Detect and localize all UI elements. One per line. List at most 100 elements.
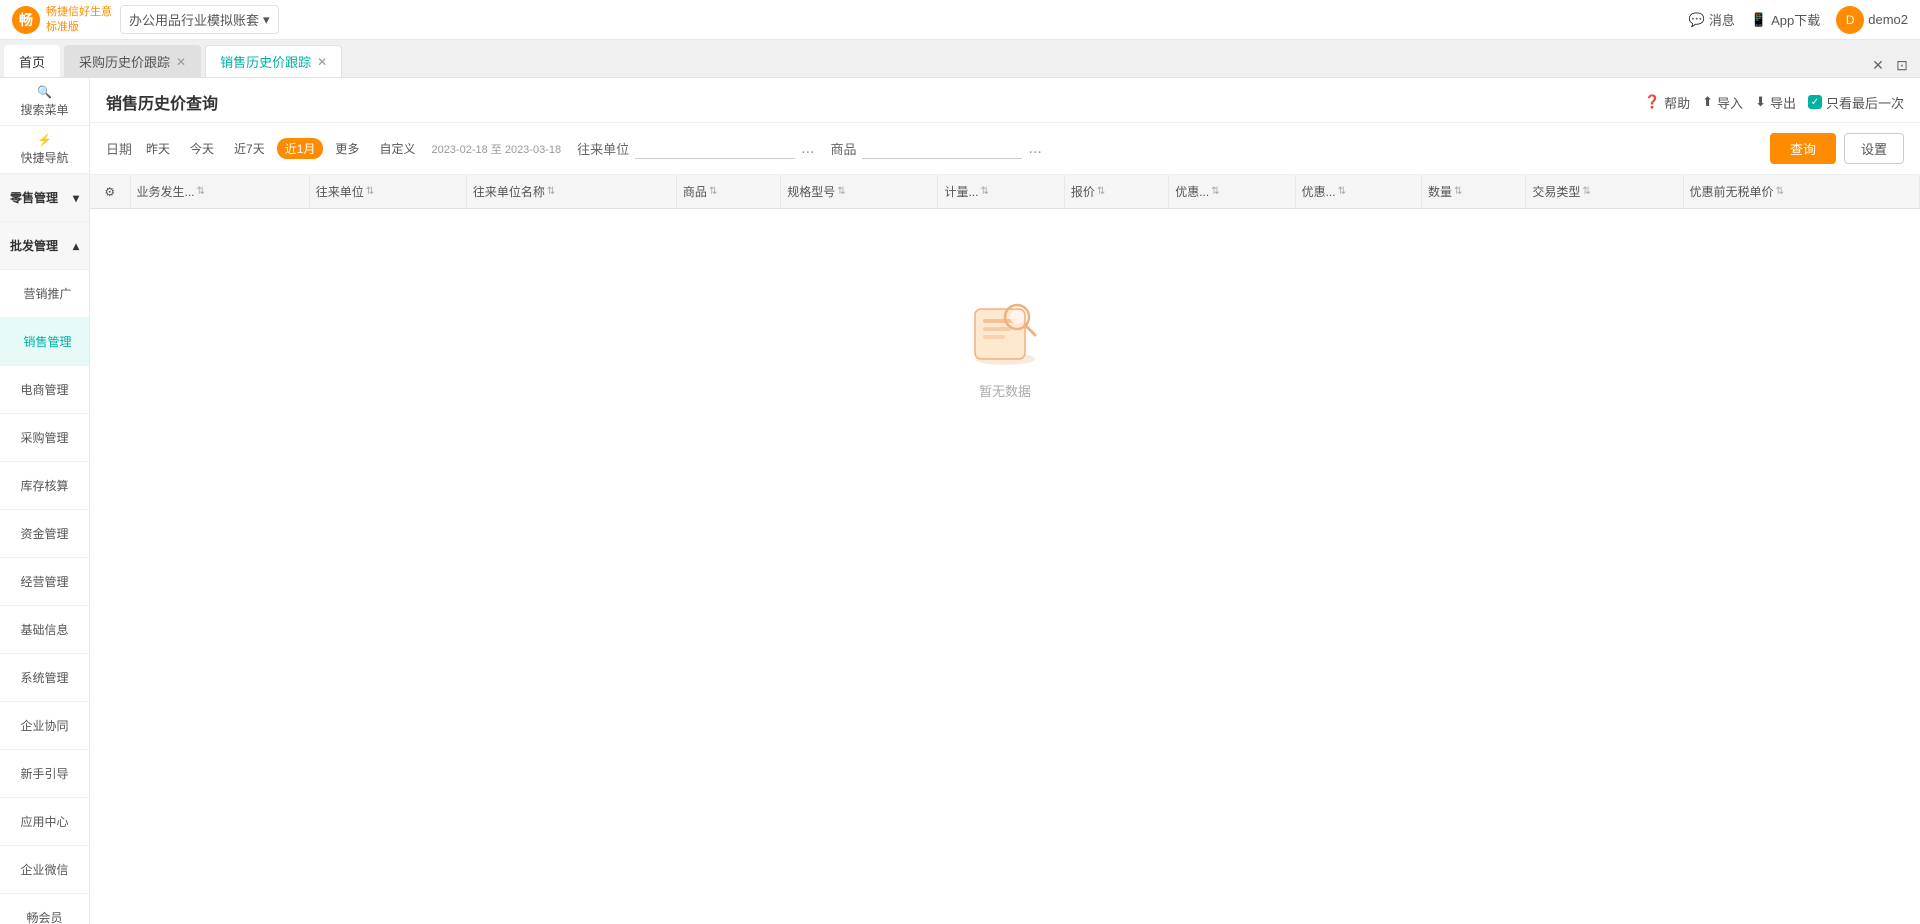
import-button[interactable]: ⬆ 导入 xyxy=(1702,93,1743,112)
chip-today[interactable]: 今天 xyxy=(182,138,222,159)
sidebar-item-ecommerce[interactable]: 电商管理 xyxy=(0,366,89,414)
only-latest-checkbox[interactable]: ✓ 只看最后一次 xyxy=(1808,93,1904,112)
search-menu-icon: 🔍 xyxy=(37,85,52,99)
chip-yesterday[interactable]: 昨天 xyxy=(138,138,178,159)
logo-area: 畅 畅捷信好生意 标准版 xyxy=(12,5,112,34)
sort-icon: ⇅ xyxy=(1097,186,1105,197)
close-purchase-tab-icon[interactable]: ✕ xyxy=(176,56,186,68)
page-header: 销售历史价查询 ❓ 帮助 ⬆ 导入 ⬇ 导出 ✓ 只看最后一次 xyxy=(90,78,1920,123)
main-layout: 🔍 搜索菜单 ⚡ 快捷导航 零售管理 ▾ 批发管理 ▴ 营销推广 销售管理 电商… xyxy=(0,78,1920,924)
sort-icon: ⇅ xyxy=(980,186,988,197)
close-sales-tab-icon[interactable]: ✕ xyxy=(317,56,327,68)
th-partner-code[interactable]: 往来单位 ⇅ xyxy=(309,175,466,209)
table-area: ⚙ 业务发生... ⇅ 往来单位 ⇅ xyxy=(90,175,1920,924)
th-partner-name[interactable]: 往来单位名称 ⇅ xyxy=(466,175,676,209)
help-button[interactable]: ❓ 帮助 xyxy=(1644,93,1690,112)
top-bar: 畅 畅捷信好生意 标准版 办公用品行业模拟账套 ▾ 💬 消息 📱 App下载 D… xyxy=(0,0,1920,40)
app-download-button[interactable]: 📱 App下载 xyxy=(1751,10,1820,29)
sort-icon: ⇅ xyxy=(1454,186,1462,197)
sidebar-item-inventory[interactable]: 库存核算 xyxy=(0,462,89,510)
filter-actions: 查询 设置 xyxy=(1770,133,1904,164)
empty-state: 暂无数据 xyxy=(90,209,1920,480)
tab-sales-label: 销售历史价跟踪 xyxy=(220,52,311,71)
sidebar-item-quick-nav[interactable]: ⚡ 快捷导航 xyxy=(0,126,89,174)
sidebar-item-wholesale[interactable]: 批发管理 ▴ xyxy=(0,222,89,270)
message-icon: 💬 xyxy=(1689,12,1705,28)
tab-sales-history[interactable]: 销售历史价跟踪 ✕ xyxy=(205,45,342,77)
table-header-row: ⚙ 业务发生... ⇅ 往来单位 ⇅ xyxy=(90,175,1920,209)
logo-text: 畅捷信好生意 标准版 xyxy=(46,5,112,34)
product-filter-group: 商品 ... xyxy=(830,139,1041,159)
sort-icon: ⇅ xyxy=(1582,186,1590,197)
avatar: D xyxy=(1836,6,1864,34)
chevron-down-icon: ▾ xyxy=(263,12,270,28)
tab-bar: 首页 采购历史价跟踪 ✕ 销售历史价跟踪 ✕ ✕ ⊡ xyxy=(0,40,1920,78)
top-bar-left: 畅 畅捷信好生意 标准版 办公用品行业模拟账套 ▾ xyxy=(12,5,279,34)
sidebar-item-sales-mgmt[interactable]: 销售管理 xyxy=(0,318,89,366)
sidebar-item-app-center[interactable]: 应用中心 xyxy=(0,798,89,846)
window-controls: ✕ ⊡ xyxy=(1868,55,1920,77)
partner-label: 往来单位 xyxy=(577,139,629,158)
quick-nav-icon: ⚡ xyxy=(37,133,52,147)
sort-icon: ⇅ xyxy=(837,186,845,197)
sidebar-item-marketing[interactable]: 营销推广 xyxy=(0,270,89,318)
sidebar-item-purchase[interactable]: 采购管理 xyxy=(0,414,89,462)
partner-input[interactable] xyxy=(635,139,795,159)
content-area: 销售历史价查询 ❓ 帮助 ⬆ 导入 ⬇ 导出 ✓ 只看最后一次 xyxy=(90,78,1920,924)
chip-1month[interactable]: 近1月 xyxy=(277,138,324,159)
account-selector[interactable]: 办公用品行业模拟账套 ▾ xyxy=(120,5,279,34)
th-pretax-price[interactable]: 优惠前无税单价 ⇅ xyxy=(1683,175,1920,209)
sort-icon: ⇅ xyxy=(1776,186,1784,197)
empty-text: 暂无数据 xyxy=(979,381,1031,400)
chip-more[interactable]: 更多 xyxy=(327,138,367,159)
sidebar-item-retail[interactable]: 零售管理 ▾ xyxy=(0,174,89,222)
filter-bar: 日期 昨天 今天 近7天 近1月 更多 自定义 2023-02-18 至 202… xyxy=(90,123,1920,175)
logo-icon: 畅 xyxy=(12,6,40,34)
sidebar-item-guide[interactable]: 新手引导 xyxy=(0,750,89,798)
tab-purchase-history[interactable]: 采购历史价跟踪 ✕ xyxy=(64,45,201,77)
sidebar-item-member[interactable]: 畅会员 xyxy=(0,894,89,924)
th-discount2[interactable]: 优惠... ⇅ xyxy=(1295,175,1421,209)
chevron-down-icon: ▾ xyxy=(73,191,79,205)
user-menu[interactable]: D demo2 xyxy=(1836,6,1908,34)
sidebar-item-system[interactable]: 系统管理 xyxy=(0,654,89,702)
query-button[interactable]: 查询 xyxy=(1770,133,1836,164)
sidebar-item-wechat[interactable]: 企业微信 xyxy=(0,846,89,894)
th-quoted-price[interactable]: 报价 ⇅ xyxy=(1064,175,1168,209)
th-product[interactable]: 商品 ⇅ xyxy=(676,175,780,209)
data-table: ⚙ 业务发生... ⇅ 往来单位 ⇅ xyxy=(90,175,1920,209)
th-settings[interactable]: ⚙ xyxy=(90,175,130,209)
product-ellipsis-button[interactable]: ... xyxy=(1028,140,1041,158)
maximize-window-button[interactable]: ⊡ xyxy=(1892,55,1912,75)
date-filter-group: 日期 昨天 今天 近7天 近1月 更多 自定义 2023-02-18 至 202… xyxy=(106,138,561,159)
date-range-text: 2023-02-18 至 2023-03-18 xyxy=(431,141,561,157)
settings-button[interactable]: 设置 xyxy=(1844,133,1904,164)
tab-home[interactable]: 首页 xyxy=(4,45,60,77)
sidebar-item-finance[interactable]: 资金管理 xyxy=(0,510,89,558)
download-icon: 📱 xyxy=(1751,12,1767,28)
export-icon: ⬇ xyxy=(1755,94,1766,110)
th-quantity[interactable]: 数量 ⇅ xyxy=(1421,175,1525,209)
export-button[interactable]: ⬇ 导出 xyxy=(1755,93,1796,112)
partner-ellipsis-button[interactable]: ... xyxy=(801,140,814,158)
close-window-button[interactable]: ✕ xyxy=(1868,55,1888,75)
page-title: 销售历史价查询 xyxy=(106,90,218,114)
sort-icon: ⇅ xyxy=(1338,186,1346,197)
product-label: 商品 xyxy=(830,139,856,158)
th-trade-type[interactable]: 交易类型 ⇅ xyxy=(1526,175,1683,209)
chip-custom[interactable]: 自定义 xyxy=(371,138,423,159)
product-input[interactable] xyxy=(862,139,1022,159)
th-spec[interactable]: 规格型号 ⇅ xyxy=(781,175,938,209)
th-discount1[interactable]: 优惠... ⇅ xyxy=(1169,175,1295,209)
th-biz-date[interactable]: 业务发生... ⇅ xyxy=(130,175,309,209)
chip-7days[interactable]: 近7天 xyxy=(226,138,273,159)
date-label: 日期 xyxy=(106,139,132,158)
th-unit[interactable]: 计量... ⇅ xyxy=(938,175,1064,209)
sidebar-item-basic-info[interactable]: 基础信息 xyxy=(0,606,89,654)
sidebar-item-enterprise[interactable]: 企业协同 xyxy=(0,702,89,750)
help-icon: ❓ xyxy=(1644,94,1660,110)
sidebar-item-search-menu[interactable]: 🔍 搜索菜单 xyxy=(0,78,89,126)
page-actions: ❓ 帮助 ⬆ 导入 ⬇ 导出 ✓ 只看最后一次 xyxy=(1644,93,1904,112)
message-button[interactable]: 💬 消息 xyxy=(1689,10,1735,29)
sidebar-item-operations[interactable]: 经营管理 xyxy=(0,558,89,606)
